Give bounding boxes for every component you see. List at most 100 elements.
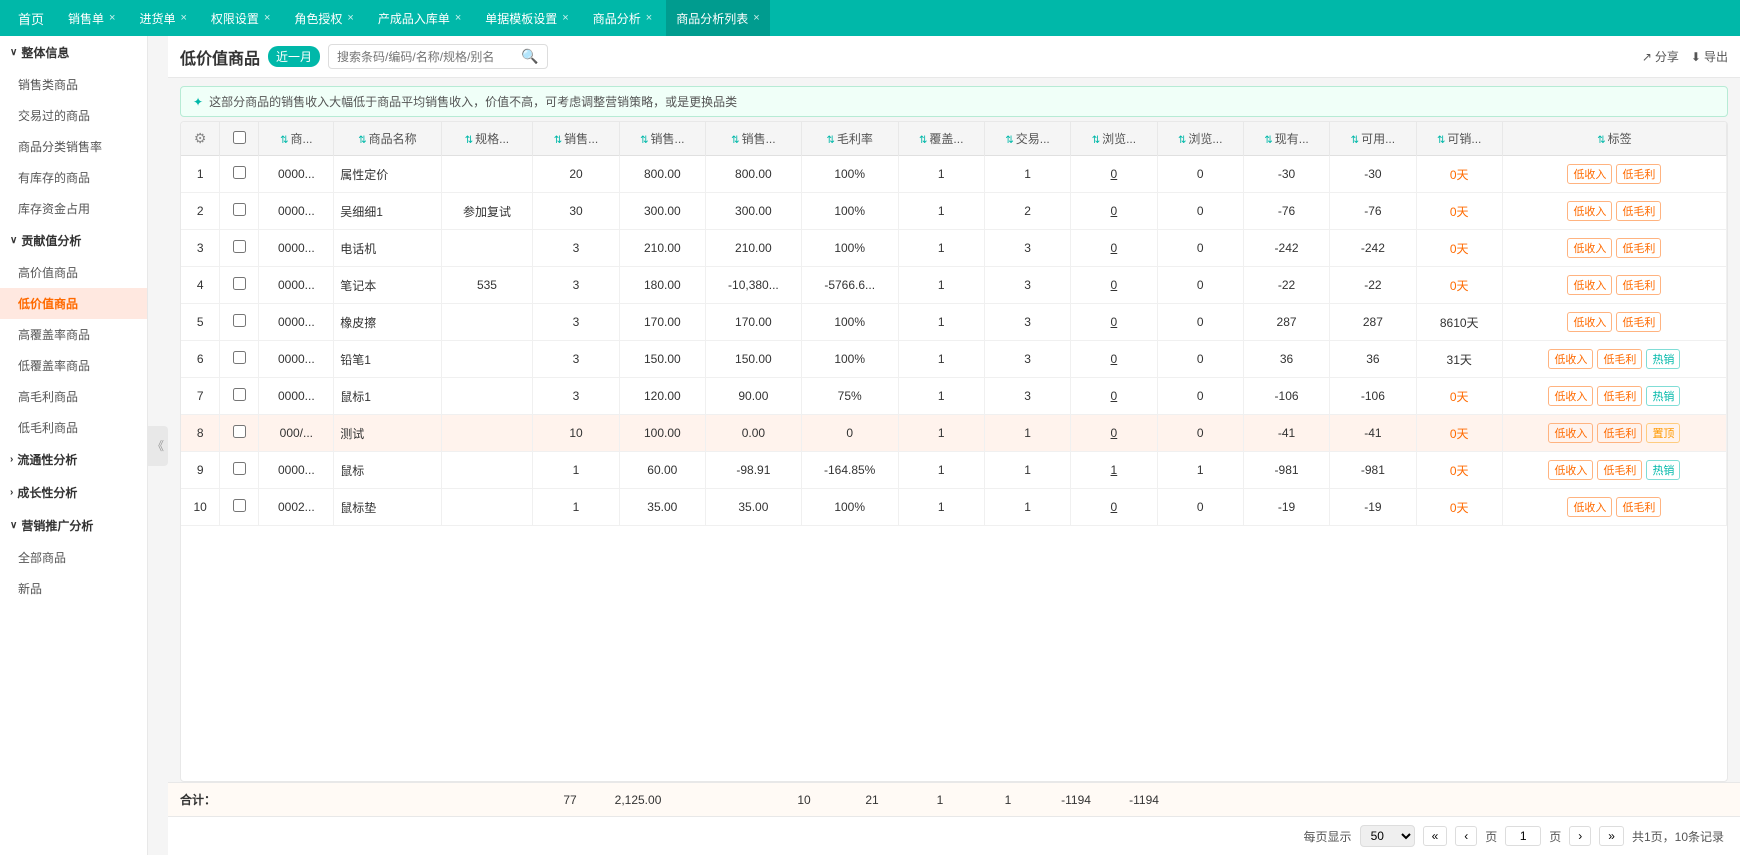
close-sales-icon[interactable]: ×	[109, 12, 115, 24]
browse1-link[interactable]: 1	[1111, 463, 1118, 477]
cell-name[interactable]: 吴细细1	[334, 193, 441, 230]
cell-browse1[interactable]: 0	[1071, 378, 1157, 415]
row-checkbox[interactable]	[233, 388, 246, 401]
time-badge[interactable]: 近一月	[268, 46, 320, 67]
cell-browse1[interactable]: 0	[1071, 156, 1157, 193]
cell-checkbox[interactable]	[220, 452, 259, 489]
col-code[interactable]: ⇅商...	[259, 122, 334, 156]
col-browse1[interactable]: ⇅浏览...	[1071, 122, 1157, 156]
cell-browse1[interactable]: 0	[1071, 193, 1157, 230]
sidebar-item-category-rate[interactable]: 商品分类销售率	[0, 131, 147, 162]
row-checkbox[interactable]	[233, 499, 246, 512]
cell-name[interactable]: 笔记本	[334, 267, 441, 304]
close-inventory-icon[interactable]: ×	[455, 12, 461, 24]
share-button[interactable]: ↗ 分享	[1642, 48, 1679, 65]
sort-browse2-icon[interactable]: ⇅	[1178, 135, 1186, 146]
sidebar-item-sales-products[interactable]: 销售类商品	[0, 69, 147, 100]
cell-name[interactable]: 鼠标垫	[334, 489, 441, 526]
search-icon[interactable]: 🔍	[521, 48, 538, 65]
cell-checkbox[interactable]	[220, 156, 259, 193]
col-gross-rate[interactable]: ⇅毛利率	[801, 122, 898, 156]
sort-sales-qty-icon[interactable]: ⇅	[554, 135, 562, 146]
col-stock[interactable]: ⇅现有...	[1243, 122, 1329, 156]
sidebar-group-growth[interactable]: › 成长性分析	[0, 476, 147, 509]
cell-checkbox[interactable]	[220, 415, 259, 452]
sort-spec-icon[interactable]: ⇅	[465, 135, 473, 146]
sidebar-collapse-button[interactable]: 《	[148, 426, 168, 466]
col-sales-amt[interactable]: ⇅销售...	[619, 122, 705, 156]
close-product-analysis-icon[interactable]: ×	[646, 12, 652, 24]
sidebar-group-overall[interactable]: ∨ 整体信息	[0, 36, 147, 69]
cell-browse1[interactable]: 0	[1071, 267, 1157, 304]
sidebar-item-stock-capital[interactable]: 库存资金占用	[0, 193, 147, 224]
cell-name[interactable]: 橡皮擦	[334, 304, 441, 341]
row-checkbox[interactable]	[233, 277, 246, 290]
row-checkbox[interactable]	[233, 314, 246, 327]
row-checkbox[interactable]	[233, 462, 246, 475]
browse1-link[interactable]: 0	[1111, 204, 1118, 218]
sidebar-item-new-products[interactable]: 新品	[0, 573, 147, 604]
cell-checkbox[interactable]	[220, 489, 259, 526]
cell-name[interactable]: 测试	[334, 415, 441, 452]
close-permission-icon[interactable]: ×	[264, 12, 270, 24]
browse1-link[interactable]: 0	[1111, 389, 1118, 403]
col-tags[interactable]: ⇅标签	[1502, 122, 1726, 156]
cell-checkbox[interactable]	[220, 230, 259, 267]
col-spec[interactable]: ⇅规格...	[441, 122, 533, 156]
sort-stock-icon[interactable]: ⇅	[1264, 135, 1272, 146]
sort-name-icon[interactable]: ⇅	[358, 135, 366, 146]
nav-product-analysis[interactable]: 商品分析 ×	[583, 0, 662, 36]
sidebar-item-high-coverage[interactable]: 高覆盖率商品	[0, 319, 147, 350]
browse1-link[interactable]: 0	[1111, 241, 1118, 255]
sort-trades-icon[interactable]: ⇅	[1005, 135, 1013, 146]
cell-name[interactable]: 电话机	[334, 230, 441, 267]
sort-code-icon[interactable]: ⇅	[280, 135, 288, 146]
browse1-link[interactable]: 0	[1111, 167, 1118, 181]
cell-checkbox[interactable]	[220, 304, 259, 341]
cell-name[interactable]: 鼠标	[334, 452, 441, 489]
sidebar-item-high-value[interactable]: 高价值商品	[0, 257, 147, 288]
cell-name[interactable]: 属性定价	[334, 156, 441, 193]
sidebar-group-marketing[interactable]: ∨ 营销推广分析	[0, 509, 147, 542]
nav-role[interactable]: 角色授权 ×	[284, 0, 363, 36]
sidebar-item-low-coverage[interactable]: 低覆盖率商品	[0, 350, 147, 381]
sidebar-item-high-profit[interactable]: 高毛利商品	[0, 381, 147, 412]
sort-tags-icon[interactable]: ⇅	[1597, 135, 1605, 146]
nav-home[interactable]: 首页	[8, 0, 54, 36]
row-checkbox[interactable]	[233, 240, 246, 253]
page-input[interactable]	[1505, 826, 1541, 846]
sidebar-item-traded[interactable]: 交易过的商品	[0, 100, 147, 131]
sidebar-item-with-stock[interactable]: 有库存的商品	[0, 162, 147, 193]
cell-checkbox[interactable]	[220, 193, 259, 230]
row-checkbox[interactable]	[233, 351, 246, 364]
cell-name[interactable]: 铅笔1	[334, 341, 441, 378]
cell-checkbox[interactable]	[220, 267, 259, 304]
col-coverage[interactable]: ⇅覆盖...	[898, 122, 984, 156]
nav-purchase[interactable]: 进货单 ×	[129, 0, 196, 36]
col-sellable[interactable]: ⇅可销...	[1416, 122, 1502, 156]
cell-browse1[interactable]: 0	[1071, 415, 1157, 452]
col-available[interactable]: ⇅可用...	[1330, 122, 1416, 156]
last-page-button[interactable]: »	[1599, 826, 1624, 846]
close-purchase-icon[interactable]: ×	[180, 12, 186, 24]
sidebar-item-low-profit[interactable]: 低毛利商品	[0, 412, 147, 443]
browse1-link[interactable]: 0	[1111, 315, 1118, 329]
row-checkbox[interactable]	[233, 166, 246, 179]
sidebar-item-low-value[interactable]: 低价值商品	[0, 288, 147, 319]
cell-checkbox[interactable]	[220, 378, 259, 415]
sort-sellable-icon[interactable]: ⇅	[1437, 135, 1445, 146]
sidebar-group-contribution[interactable]: ∨ 贡献值分析	[0, 224, 147, 257]
sort-browse1-icon[interactable]: ⇅	[1092, 135, 1100, 146]
sort-sales-profit-icon[interactable]: ⇅	[731, 135, 739, 146]
gear-icon[interactable]: ⚙	[194, 130, 207, 146]
nav-inventory[interactable]: 产成品入库单 ×	[368, 0, 471, 36]
browse1-link[interactable]: 0	[1111, 500, 1118, 514]
sidebar-group-flow[interactable]: › 流通性分析	[0, 443, 147, 476]
col-checkbox[interactable]	[220, 122, 259, 156]
export-button[interactable]: ⬇ 导出	[1691, 48, 1728, 65]
browse1-link[interactable]: 0	[1111, 352, 1118, 366]
cell-browse1[interactable]: 0	[1071, 489, 1157, 526]
first-page-button[interactable]: «	[1423, 826, 1448, 846]
col-sales-profit[interactable]: ⇅销售...	[705, 122, 801, 156]
close-role-icon[interactable]: ×	[347, 12, 353, 24]
